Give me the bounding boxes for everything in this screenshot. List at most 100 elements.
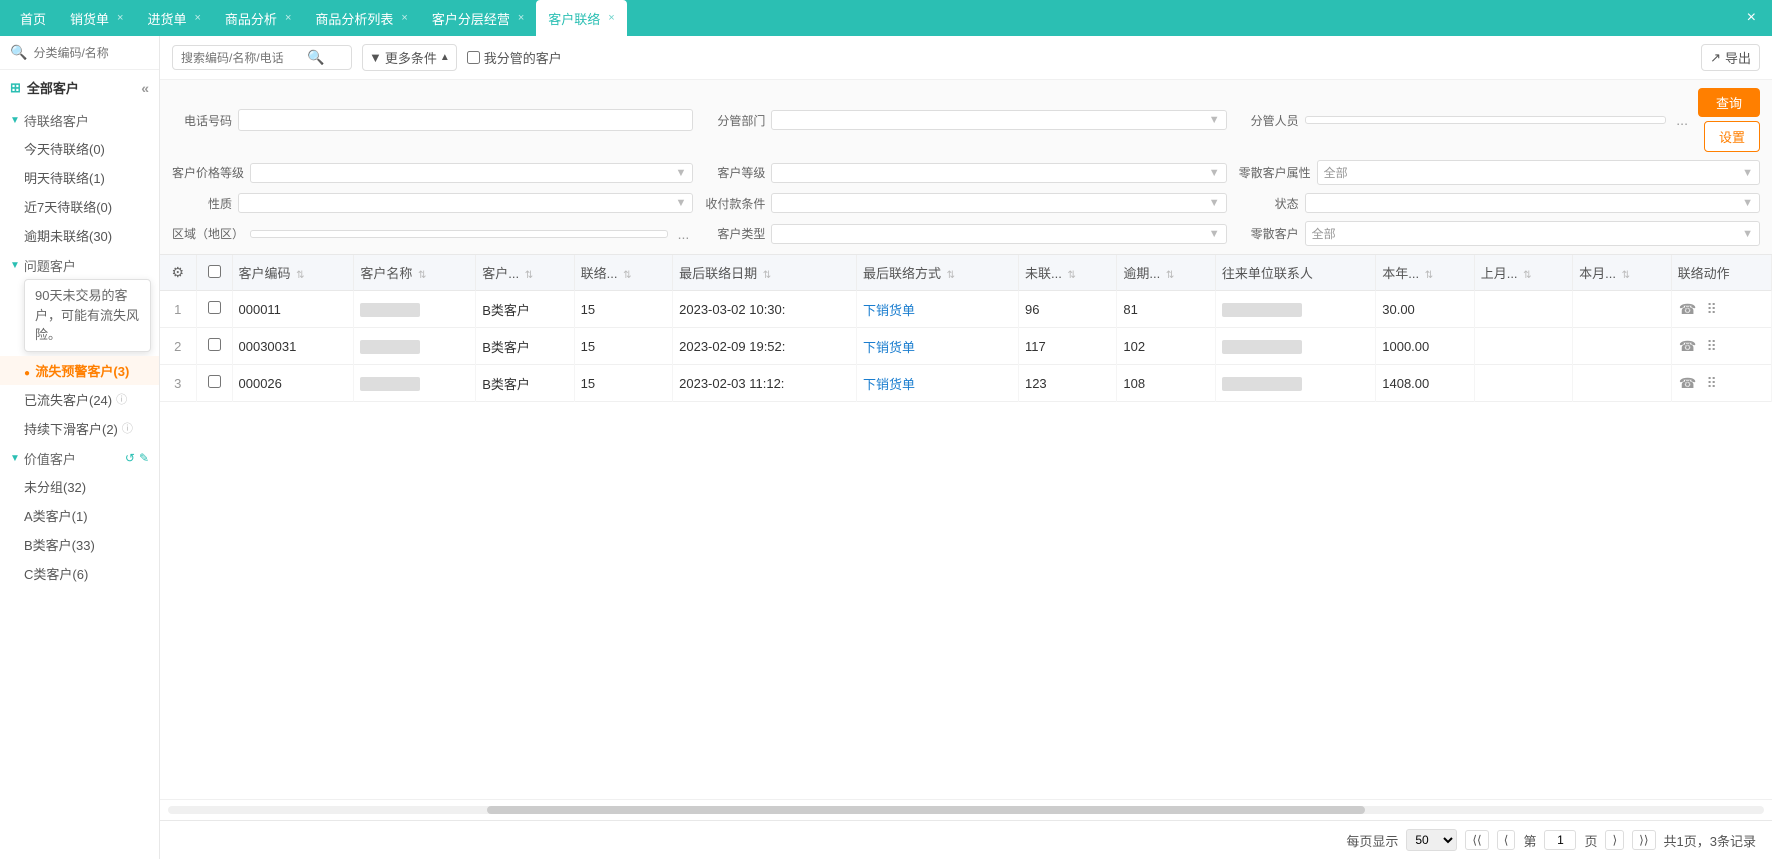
tab-customer-segment-close[interactable]: × bbox=[518, 12, 524, 24]
sidebar-item-churned[interactable]: 已流失客户(24) ⓘ bbox=[0, 385, 159, 414]
th-contact[interactable]: 联络... ⇅ bbox=[574, 255, 672, 291]
row-2-checkbox[interactable] bbox=[208, 338, 221, 351]
th-last-method[interactable]: 最后联络方式 ⇅ bbox=[857, 255, 1019, 291]
per-page-select[interactable]: 50 100 bbox=[1406, 829, 1457, 851]
th-this-year[interactable]: 本年... ⇅ bbox=[1376, 255, 1474, 291]
row-2-contact-icon[interactable]: ☎ bbox=[1678, 336, 1698, 356]
tab-product-analysis-close[interactable]: × bbox=[285, 12, 291, 24]
tab-customer-contact[interactable]: 客户联络 × bbox=[536, 0, 626, 36]
sidebar-item-a-class[interactable]: A类客户(1) bbox=[0, 501, 159, 530]
filter-customer-type-select[interactable]: ▼ bbox=[771, 224, 1226, 244]
tab-product-analysis-list-close[interactable]: × bbox=[401, 12, 407, 24]
sidebar-item-c-class[interactable]: C类客户(6) bbox=[0, 559, 159, 588]
sidebar-group-problem[interactable]: ▼ 问题客户 bbox=[0, 250, 159, 279]
filter-region-select[interactable] bbox=[250, 230, 668, 238]
setting-button[interactable]: 设置 bbox=[1704, 121, 1760, 152]
tab-sales-close[interactable]: × bbox=[117, 12, 123, 24]
sidebar-item-today-pending[interactable]: 今天待联络(0) bbox=[0, 134, 159, 163]
tab-purchase[interactable]: 进货单 × bbox=[135, 0, 212, 36]
row-1-contact-icon[interactable]: ☎ bbox=[1678, 299, 1698, 319]
next-page-button[interactable]: ⟩ bbox=[1605, 830, 1624, 850]
th-type[interactable]: 客户... ⇅ bbox=[476, 255, 574, 291]
mine-checkbox[interactable] bbox=[467, 51, 480, 64]
first-page-button[interactable]: ⟨⟨ bbox=[1465, 830, 1488, 850]
filter-dept: 分管部门 ▼ bbox=[705, 88, 1226, 152]
th-last-date[interactable]: 最后联络日期 ⇅ bbox=[673, 255, 857, 291]
filter-retail-customer-select[interactable]: 全部 ▼ bbox=[1305, 221, 1760, 246]
th-code[interactable]: 客户编码 ⇅ bbox=[232, 255, 354, 291]
row-1-checkbox[interactable] bbox=[208, 301, 221, 314]
row-2-last-method[interactable]: 下销货单 bbox=[857, 328, 1019, 365]
chevron-down-icon-3: ▼ bbox=[1209, 167, 1220, 179]
row-3-contact-icon[interactable]: ☎ bbox=[1678, 373, 1698, 393]
row-1-more-icon[interactable]: ⠿ bbox=[1702, 299, 1722, 319]
th-uncontact[interactable]: 未联... ⇅ bbox=[1018, 255, 1116, 291]
ellipsis-icon-2[interactable]: ... bbox=[674, 226, 694, 242]
query-button[interactable]: 查询 bbox=[1698, 88, 1760, 117]
sidebar-item-churn-warning[interactable]: ● 流失预警客户(3) bbox=[0, 356, 159, 385]
row-1-this-year: 30.00 bbox=[1376, 291, 1474, 328]
chevron-down-icon: ▼ bbox=[1209, 114, 1220, 126]
refresh-icon[interactable]: ↺ bbox=[125, 451, 135, 465]
filter-manager-label: 分管人员 bbox=[1239, 112, 1299, 129]
export-button[interactable]: ↗ 导出 bbox=[1701, 44, 1760, 71]
select-all-checkbox[interactable] bbox=[208, 265, 221, 278]
filter-nature-select[interactable]: ▼ bbox=[238, 193, 693, 213]
sidebar-item-tomorrow-pending[interactable]: 明天待联络(1) bbox=[0, 163, 159, 192]
sidebar-item-overdue-pending[interactable]: 逾期未联络(30) bbox=[0, 221, 159, 250]
sidebar-collapse-icon[interactable]: « bbox=[141, 80, 149, 96]
search-input[interactable] bbox=[181, 51, 301, 65]
filter-retail-attr-select[interactable]: 全部 ▼ bbox=[1317, 160, 1760, 185]
scrollbar-thumb[interactable] bbox=[487, 806, 1365, 814]
sidebar-all-customers[interactable]: ⊞ 全部客户 « bbox=[0, 70, 159, 105]
sidebar-item-ungrouped[interactable]: 未分组(32) bbox=[0, 472, 159, 501]
sidebar-search-input[interactable] bbox=[33, 46, 149, 60]
th-this-month[interactable]: 本月... ⇅ bbox=[1573, 255, 1671, 291]
row-1-last-method[interactable]: 下销货单 bbox=[857, 291, 1019, 328]
tab-purchase-close[interactable]: × bbox=[194, 12, 200, 24]
filter-manager-select[interactable] bbox=[1305, 116, 1667, 124]
filter-price-level: 客户价格等级 ▼ bbox=[172, 160, 693, 185]
th-last-month[interactable]: 上月... ⇅ bbox=[1474, 255, 1572, 291]
sidebar-item-declining[interactable]: 持续下滑客户(2) ⓘ bbox=[0, 414, 159, 443]
page-input[interactable] bbox=[1544, 830, 1576, 850]
filter-customer-level-select[interactable]: ▼ bbox=[771, 163, 1226, 183]
sidebar-item-b-class[interactable]: B类客户(33) bbox=[0, 530, 159, 559]
last-page-button[interactable]: ⟩⟩ bbox=[1632, 830, 1655, 850]
close-all-button[interactable]: × bbox=[1739, 9, 1764, 27]
row-3-more-icon[interactable]: ⠿ bbox=[1702, 373, 1722, 393]
tab-sales[interactable]: 销货单 × bbox=[58, 0, 135, 36]
th-name[interactable]: 客户名称 ⇅ bbox=[354, 255, 476, 291]
tab-customer-contact-close[interactable]: × bbox=[608, 12, 614, 24]
filter-payment-select[interactable]: ▼ bbox=[771, 193, 1226, 213]
tab-customer-segment[interactable]: 客户分层经营 × bbox=[420, 0, 536, 36]
filter-bar: 🔍 ▼ 更多条件 ▲ 我分管的客户 ↗ 导出 bbox=[160, 36, 1772, 80]
filter-phone-input[interactable] bbox=[238, 109, 693, 131]
th-settings[interactable]: ⚙ bbox=[160, 255, 196, 291]
row-3-checkbox[interactable] bbox=[208, 375, 221, 388]
horizontal-scrollbar[interactable] bbox=[160, 799, 1772, 820]
row-2-more-icon[interactable]: ⠿ bbox=[1702, 336, 1722, 356]
tab-product-analysis[interactable]: 商品分析 × bbox=[213, 0, 303, 36]
sidebar-group-pending-label: 待联络客户 bbox=[24, 111, 89, 130]
sidebar-group-pending[interactable]: ▼ 待联络客户 bbox=[0, 105, 159, 134]
filter-price-level-select[interactable]: ▼ bbox=[250, 163, 693, 183]
tab-product-analysis-list[interactable]: 商品分析列表 × bbox=[303, 0, 419, 36]
tab-home[interactable]: 首页 bbox=[8, 0, 58, 36]
ellipsis-icon[interactable]: ... bbox=[1672, 112, 1692, 128]
th-overdue[interactable]: 逾期... ⇅ bbox=[1117, 255, 1215, 291]
prev-page-button[interactable]: ⟨ bbox=[1497, 830, 1516, 850]
settings-gear-icon[interactable]: ⚙ bbox=[171, 264, 184, 280]
filter-dept-select[interactable]: ▼ bbox=[771, 110, 1226, 130]
edit-icon[interactable]: ✎ bbox=[139, 451, 149, 465]
row-1-last-date: 2023-03-02 10:30: bbox=[673, 291, 857, 328]
filter-status-select[interactable]: ▼ bbox=[1305, 193, 1760, 213]
sidebar-item-7days-pending[interactable]: 近7天待联络(0) bbox=[0, 192, 159, 221]
sidebar-group-value[interactable]: ▼ 价值客户 ↺ ✎ bbox=[0, 443, 159, 472]
row-3-action-icons: ☎ ⠿ bbox=[1678, 373, 1765, 393]
row-3-last-method[interactable]: 下销货单 bbox=[857, 365, 1019, 402]
mine-checkbox-area: 我分管的客户 bbox=[467, 48, 562, 67]
search-icon[interactable]: 🔍 bbox=[307, 49, 324, 66]
more-conditions-button[interactable]: ▼ 更多条件 ▲ bbox=[362, 44, 457, 71]
th-contacts[interactable]: 往来单位联系人 bbox=[1215, 255, 1375, 291]
